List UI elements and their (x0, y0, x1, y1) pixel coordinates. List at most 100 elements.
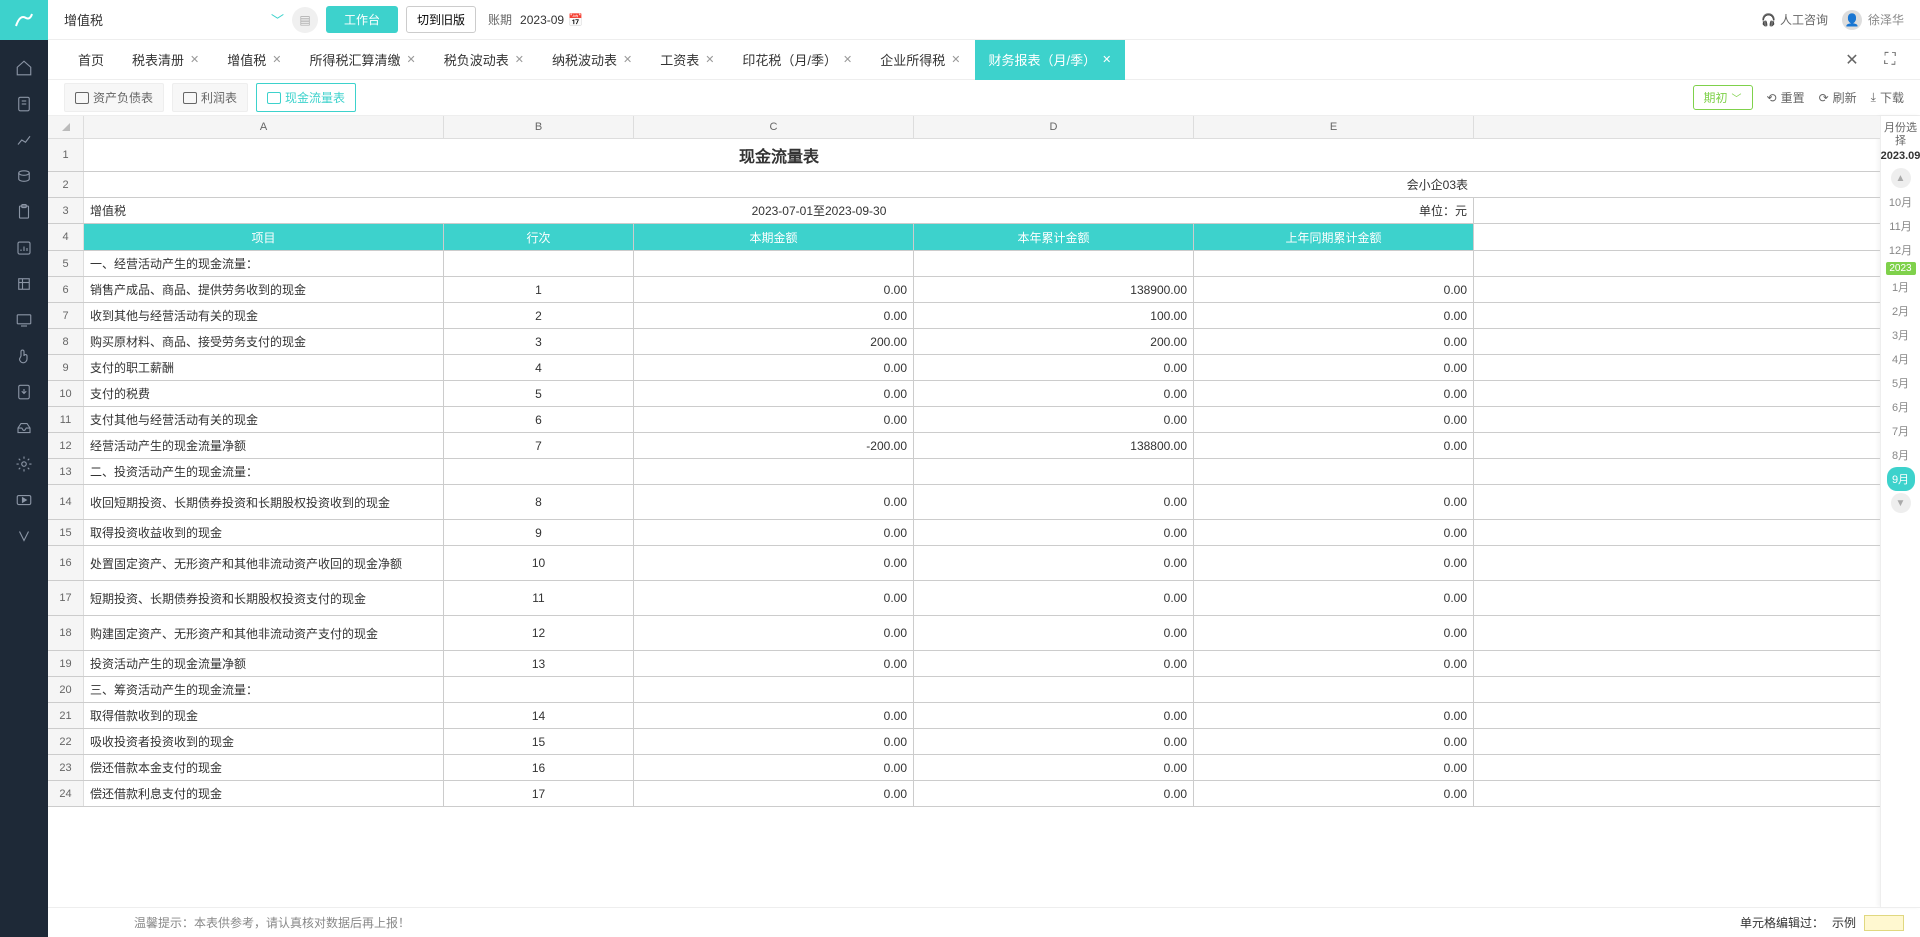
cell[interactable] (634, 677, 914, 702)
cell[interactable]: 0.00 (1194, 520, 1474, 545)
tab-纳税波动表[interactable]: 纳税波动表✕ (538, 40, 646, 80)
tab-税负波动表[interactable]: 税负波动表✕ (430, 40, 538, 80)
cell[interactable]: 吸收投资者投资收到的现金 (84, 729, 444, 754)
cell[interactable]: 0.00 (914, 407, 1194, 432)
meta-company[interactable]: 增值税 (84, 198, 444, 223)
cell[interactable]: 0.00 (634, 581, 914, 615)
tab-印花税（月/季）[interactable]: 印花税（月/季）✕ (728, 40, 866, 80)
tab-企业所得税[interactable]: 企业所得税✕ (866, 40, 974, 80)
cell[interactable]: 0.00 (634, 703, 914, 728)
cell[interactable]: -200.00 (634, 433, 914, 458)
fullscreen-icon[interactable]: ⛶ (1876, 46, 1904, 74)
close-icon[interactable]: ✕ (623, 53, 632, 66)
nav-form-icon[interactable] (0, 266, 48, 302)
header-prior[interactable]: 上年同期累计金额 (1194, 224, 1474, 250)
month-option[interactable]: 3月 (1881, 323, 1920, 347)
cell[interactable]: 3 (444, 329, 634, 354)
cell[interactable]: 0.00 (914, 616, 1194, 650)
col-header-c[interactable]: C (634, 116, 914, 138)
month-option[interactable]: 11月 (1881, 214, 1920, 238)
nav-clipboard-icon[interactable] (0, 194, 48, 230)
cell[interactable] (914, 459, 1194, 484)
cell[interactable]: 200.00 (634, 329, 914, 354)
cell[interactable]: 0.00 (1194, 329, 1474, 354)
meta-period[interactable]: 2023-07-01至2023-09-30 (444, 198, 1194, 223)
tab-首页[interactable]: 首页 (64, 40, 118, 80)
cell[interactable]: 三、筹资活动产生的现金流量： (84, 677, 444, 702)
cell[interactable]: 0.00 (634, 616, 914, 650)
cell[interactable] (444, 677, 634, 702)
month-option[interactable]: 5月 (1881, 371, 1920, 395)
cell[interactable] (914, 251, 1194, 276)
subtab-利润表[interactable]: 利润表 (172, 83, 248, 112)
company-selector[interactable]: 增值税 ﹀ (64, 10, 284, 29)
cell[interactable]: 16 (444, 755, 634, 780)
cell[interactable]: 0.00 (1194, 703, 1474, 728)
cell[interactable]: 0.00 (1194, 546, 1474, 580)
cell[interactable]: 0.00 (1194, 581, 1474, 615)
switch-old-button[interactable]: 切到旧版 (406, 6, 476, 33)
cell[interactable]: 0.00 (914, 651, 1194, 676)
calendar-icon[interactable]: 📅 (568, 13, 583, 27)
cell[interactable]: 0.00 (914, 729, 1194, 754)
cell[interactable]: 0.00 (634, 755, 914, 780)
meta-form-code[interactable]: 会小企03表 (84, 172, 1474, 197)
header-ytd[interactable]: 本年累计金额 (914, 224, 1194, 250)
cell[interactable]: 0.00 (634, 546, 914, 580)
tab-税表清册[interactable]: 税表清册✕ (118, 40, 213, 80)
nav-chart-icon[interactable] (0, 122, 48, 158)
cell[interactable]: 偿还借款本金支付的现金 (84, 755, 444, 780)
cell[interactable]: 0.00 (634, 781, 914, 806)
cell[interactable]: 200.00 (914, 329, 1194, 354)
cell[interactable]: 支付的职工薪酬 (84, 355, 444, 380)
nav-inbox-icon[interactable] (0, 410, 48, 446)
nav-hand-icon[interactable] (0, 338, 48, 374)
cell[interactable]: 2 (444, 303, 634, 328)
cell[interactable]: 0.00 (1194, 407, 1474, 432)
cell[interactable]: 二、投资活动产生的现金流量： (84, 459, 444, 484)
cell[interactable] (914, 677, 1194, 702)
month-option[interactable]: 10月 (1881, 190, 1920, 214)
nav-screen-icon[interactable] (0, 302, 48, 338)
cell[interactable]: 17 (444, 781, 634, 806)
cell[interactable]: 138800.00 (914, 433, 1194, 458)
cell[interactable]: 8 (444, 485, 634, 519)
cell[interactable]: 1 (444, 277, 634, 302)
period-initial-button[interactable]: 期初 ﹀ (1693, 85, 1753, 110)
nav-home-icon[interactable] (0, 50, 48, 86)
cell[interactable]: 0.00 (914, 355, 1194, 380)
cell[interactable]: 收到其他与经营活动有关的现金 (84, 303, 444, 328)
col-header-d[interactable]: D (914, 116, 1194, 138)
header-current[interactable]: 本期金额 (634, 224, 914, 250)
nav-doc-icon[interactable] (0, 86, 48, 122)
cell[interactable]: 0.00 (634, 407, 914, 432)
cell[interactable]: 购买原材料、商品、接受劳务支付的现金 (84, 329, 444, 354)
cell[interactable]: 销售产成品、商品、提供劳务收到的现金 (84, 277, 444, 302)
month-option[interactable]: 2月 (1881, 299, 1920, 323)
reset-button[interactable]: ⟲重置 (1767, 89, 1805, 106)
close-all-icon[interactable]: ✕ (1838, 46, 1866, 74)
meta-unit[interactable]: 单位：元 (1194, 198, 1474, 223)
cell[interactable]: 0.00 (914, 485, 1194, 519)
col-header-b[interactable]: B (444, 116, 634, 138)
cell[interactable]: 0.00 (1194, 381, 1474, 406)
download-button[interactable]: ⤓下载 (1871, 89, 1904, 106)
cell[interactable]: 0.00 (1194, 277, 1474, 302)
tab-所得税汇算清缴[interactable]: 所得税汇算清缴✕ (295, 40, 429, 80)
spreadsheet[interactable]: A B C D E 1 现金流量表 2 会小企03表 3 增值税 202 (48, 116, 1880, 907)
month-option[interactable]: 9月 (1887, 467, 1915, 491)
cell[interactable]: 0.00 (914, 546, 1194, 580)
support-link[interactable]: 🎧 人工咨询 (1761, 11, 1828, 28)
cell[interactable]: 15 (444, 729, 634, 754)
close-icon[interactable]: ✕ (843, 53, 852, 66)
cell[interactable] (444, 459, 634, 484)
cell[interactable]: 7 (444, 433, 634, 458)
cell[interactable]: 0.00 (914, 581, 1194, 615)
cell[interactable]: 138900.00 (914, 277, 1194, 302)
close-icon[interactable]: ✕ (515, 53, 524, 66)
cell[interactable]: 取得投资收益收到的现金 (84, 520, 444, 545)
cell[interactable]: 0.00 (1194, 651, 1474, 676)
cell[interactable]: 0.00 (914, 781, 1194, 806)
cell[interactable]: 0.00 (1194, 616, 1474, 650)
workbench-button[interactable]: 工作台 (326, 6, 398, 33)
